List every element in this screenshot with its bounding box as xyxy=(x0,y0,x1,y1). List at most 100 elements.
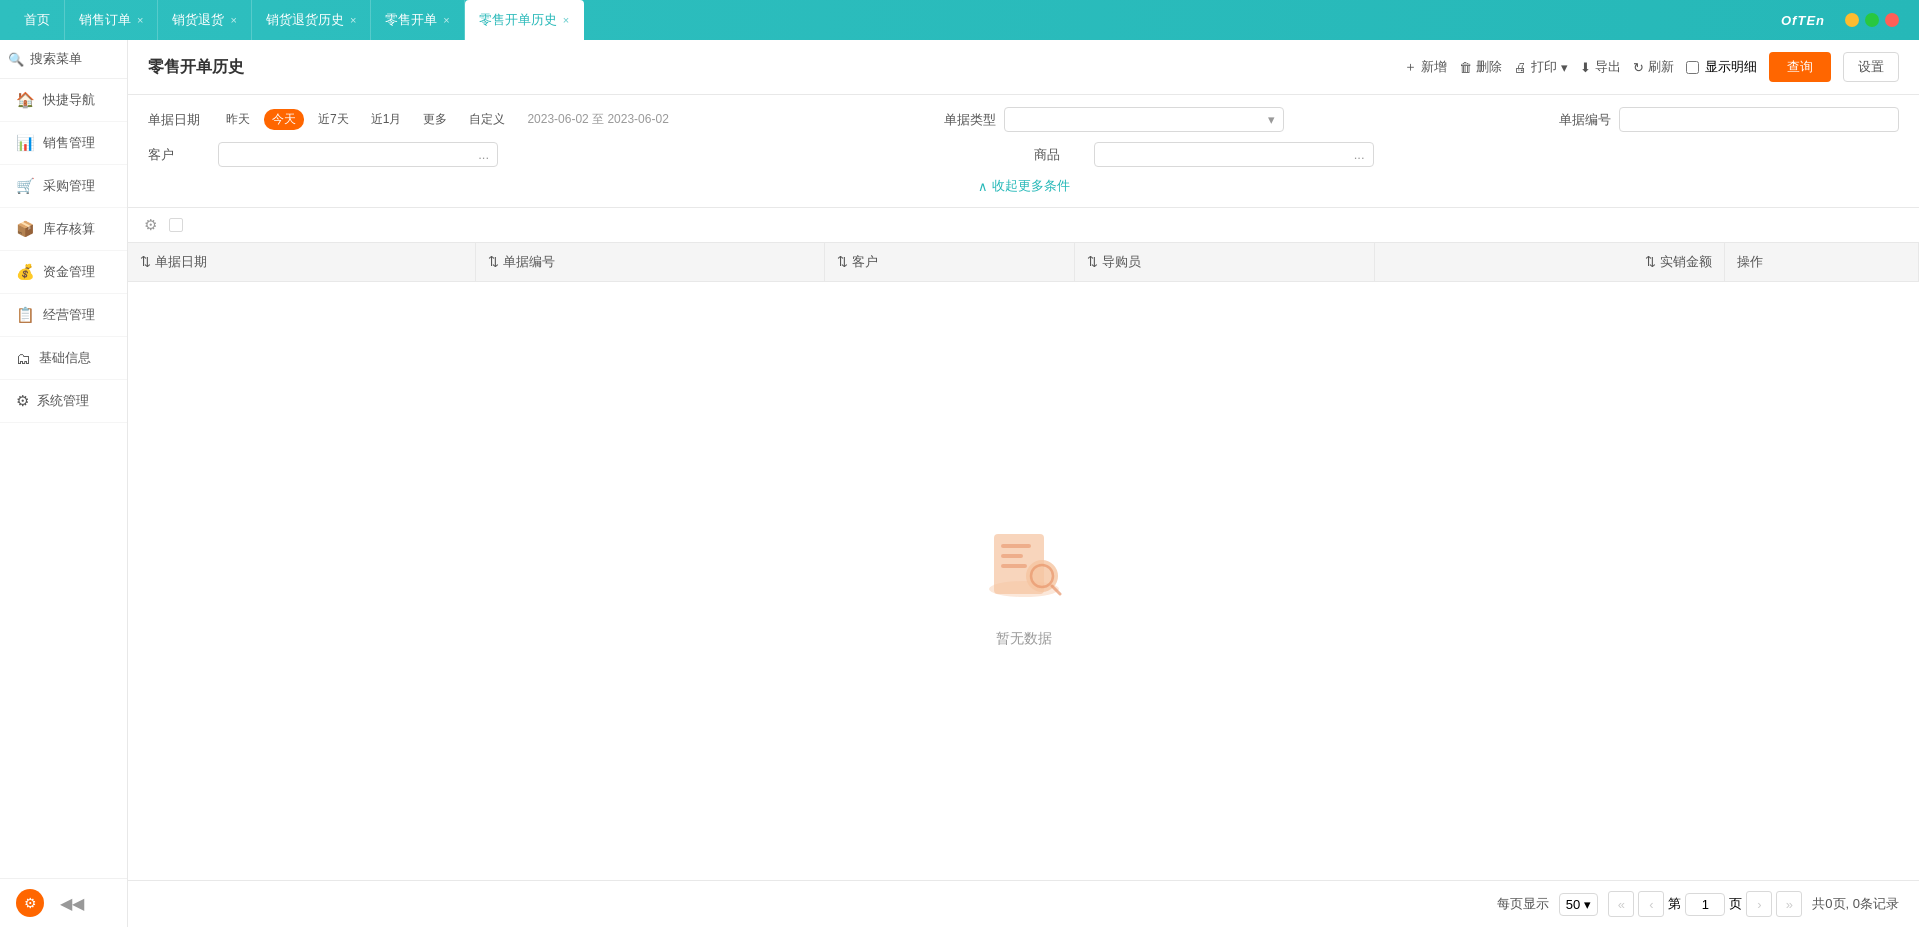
inventory-icon: 📦 xyxy=(16,220,35,238)
col-customer-label: ⇅ 客户 xyxy=(837,254,878,269)
window-close[interactable]: × xyxy=(1885,13,1899,27)
table-area: ⚙ ⇅ 单据日期 ⇅ 单据编号 ⇅ 客户 xyxy=(128,208,1919,880)
print-label: 打印 xyxy=(1531,58,1557,76)
sidebar-collapse-button[interactable]: ◀◀ xyxy=(60,894,84,913)
svg-rect-3 xyxy=(1001,554,1023,558)
filter-area: 单据日期 昨天 今天 近7天 近1月 更多 自定义 2023-06-02 至 2… xyxy=(128,95,1919,208)
refresh-button[interactable]: ↻ 刷新 xyxy=(1633,58,1674,76)
close-tab-retail-open[interactable]: × xyxy=(443,14,449,26)
date-btn-7days[interactable]: 近7天 xyxy=(310,109,357,130)
display-checkbox[interactable] xyxy=(1686,61,1699,74)
export-button[interactable]: ⬇ 导出 xyxy=(1580,58,1621,76)
sidebar-item-operation[interactable]: 📋 经营管理 xyxy=(0,294,127,337)
add-label: 新增 xyxy=(1421,58,1447,76)
delete-label: 删除 xyxy=(1476,58,1502,76)
prev-page-btn[interactable]: ‹ xyxy=(1638,891,1664,917)
close-tab-return[interactable]: × xyxy=(230,14,236,26)
per-page-arrow: ▾ xyxy=(1584,897,1591,912)
date-btn-yesterday[interactable]: 昨天 xyxy=(218,109,258,130)
tab-retail-history[interactable]: 零售开单历史 × xyxy=(465,0,584,40)
select-all-checkbox[interactable] xyxy=(169,218,183,232)
content-area: 零售开单历史 ＋ 新增 🗑 删除 🖨 打印 ▾ ⬇ 导出 xyxy=(128,40,1919,927)
per-page-value: 50 xyxy=(1566,897,1580,912)
sidebar-item-finance[interactable]: 💰 资金管理 xyxy=(0,251,127,294)
tab-retail-open[interactable]: 零售开单 × xyxy=(371,0,464,40)
column-settings-icon[interactable]: ⚙ xyxy=(144,216,157,234)
col-customer[interactable]: ⇅ 客户 xyxy=(825,243,1075,282)
empty-state: 暂无数据 xyxy=(128,282,1919,880)
last-page-btn[interactable]: » xyxy=(1776,891,1802,917)
tab-return[interactable]: 销货退货 × xyxy=(158,0,251,40)
close-tab-retail-history[interactable]: × xyxy=(563,14,569,26)
per-page-select[interactable]: 50 ▾ xyxy=(1559,893,1598,916)
goods-label: 商品 xyxy=(1034,146,1094,164)
sidebar-search[interactable]: 🔍 搜索菜单 xyxy=(0,40,127,79)
data-table: ⇅ 单据日期 ⇅ 单据编号 ⇅ 客户 ⇅ 导购员 ⇅ 实销金额 xyxy=(128,243,1919,282)
sidebar-item-purchase[interactable]: 🛒 采购管理 xyxy=(0,165,127,208)
date-btn-more[interactable]: 更多 xyxy=(415,109,455,130)
tab-return-history-label: 销货退货历史 xyxy=(266,11,344,29)
filter-row-2: 客户 ... 商品 ... xyxy=(148,142,1899,167)
bill-no-label: 单据编号 xyxy=(1559,111,1619,129)
date-label: 单据日期 xyxy=(148,111,218,129)
bill-type-arrow: ▾ xyxy=(1268,112,1275,127)
col-salesperson[interactable]: ⇅ 导购员 xyxy=(1075,243,1375,282)
window-controls: — □ × xyxy=(1845,13,1899,27)
page-title: 零售开单历史 xyxy=(148,57,244,78)
page-label: 第 xyxy=(1668,895,1681,913)
close-tab-return-history[interactable]: × xyxy=(350,14,356,26)
sidebar-item-inventory[interactable]: 📦 库存核算 xyxy=(0,208,127,251)
col-date[interactable]: ⇅ 单据日期 xyxy=(128,243,475,282)
refresh-icon: ↻ xyxy=(1633,60,1644,75)
next-page-btn[interactable]: › xyxy=(1746,891,1772,917)
col-action-label: 操作 xyxy=(1737,254,1763,269)
customer-input[interactable]: ... xyxy=(218,142,498,167)
query-button[interactable]: 查询 xyxy=(1769,52,1831,82)
per-page-label: 每页显示 xyxy=(1497,895,1549,913)
tab-sales-order[interactable]: 销售订单 × xyxy=(65,0,158,40)
print-button[interactable]: 🖨 打印 ▾ xyxy=(1514,58,1568,76)
date-shortcuts: 昨天 今天 近7天 近1月 更多 自定义 2023-06-02 至 2023-0… xyxy=(218,109,669,130)
top-bar: 首页 销售订单 × 销货退货 × 销货退货历史 × 零售开单 × 零售开单历史 … xyxy=(0,0,1919,40)
display-label: 显示明细 xyxy=(1705,58,1757,76)
display-toggle[interactable]: 显示明细 xyxy=(1686,58,1757,76)
customer-dots: ... xyxy=(478,147,489,162)
date-range-display: 2023-06-02 至 2023-06-02 xyxy=(527,111,668,128)
sidebar-item-label: 资金管理 xyxy=(43,263,95,281)
sidebar-item-label: 系统管理 xyxy=(37,392,89,410)
collapse-filter-btn[interactable]: ∧ 收起更多条件 xyxy=(148,177,1899,195)
sidebar-search-label: 搜索菜单 xyxy=(30,50,82,68)
bill-type-select[interactable]: ▾ xyxy=(1004,107,1284,132)
bill-no-input[interactable] xyxy=(1619,107,1899,132)
sidebar: 🔍 搜索菜单 🏠 快捷导航 📊 销售管理 🛒 采购管理 📦 库存核算 💰 资金管… xyxy=(0,40,128,927)
add-button[interactable]: ＋ 新增 xyxy=(1404,58,1447,76)
tab-return-history[interactable]: 销货退货历史 × xyxy=(252,0,371,40)
date-btn-1month[interactable]: 近1月 xyxy=(363,109,410,130)
date-btn-today[interactable]: 今天 xyxy=(264,109,304,130)
sidebar-item-quick-nav[interactable]: 🏠 快捷导航 xyxy=(0,79,127,122)
settings-button[interactable]: 设置 xyxy=(1843,52,1899,82)
tab-home[interactable]: 首页 xyxy=(10,0,65,40)
col-no[interactable]: ⇅ 单据编号 xyxy=(475,243,824,282)
window-minimize[interactable]: — xyxy=(1845,13,1859,27)
goods-input[interactable]: ... xyxy=(1094,142,1374,167)
sidebar-item-basic[interactable]: 🗂 基础信息 xyxy=(0,337,127,380)
col-action: 操作 xyxy=(1724,243,1918,282)
delete-button[interactable]: 🗑 删除 xyxy=(1459,58,1502,76)
date-btn-custom[interactable]: 自定义 xyxy=(461,109,513,130)
svg-rect-2 xyxy=(1001,544,1031,548)
settings-gear-button[interactable]: ⚙ xyxy=(16,889,44,917)
col-salesperson-label: ⇅ 导购员 xyxy=(1087,254,1141,269)
main-layout: 🔍 搜索菜单 🏠 快捷导航 📊 销售管理 🛒 采购管理 📦 库存核算 💰 资金管… xyxy=(0,40,1919,927)
first-page-btn[interactable]: « xyxy=(1608,891,1634,917)
svg-rect-4 xyxy=(1001,564,1027,568)
page-input[interactable] xyxy=(1685,893,1725,916)
sidebar-item-system[interactable]: ⚙ 系统管理 xyxy=(0,380,127,423)
window-maximize[interactable]: □ xyxy=(1865,13,1879,27)
close-tab-sales-order[interactable]: × xyxy=(137,14,143,26)
sidebar-item-sales[interactable]: 📊 销售管理 xyxy=(0,122,127,165)
col-no-label: ⇅ 单据编号 xyxy=(488,254,555,269)
col-amount[interactable]: ⇅ 实销金额 xyxy=(1375,243,1724,282)
page-total: 共0页, 0条记录 xyxy=(1812,895,1899,913)
tab-retail-open-label: 零售开单 xyxy=(385,11,437,29)
